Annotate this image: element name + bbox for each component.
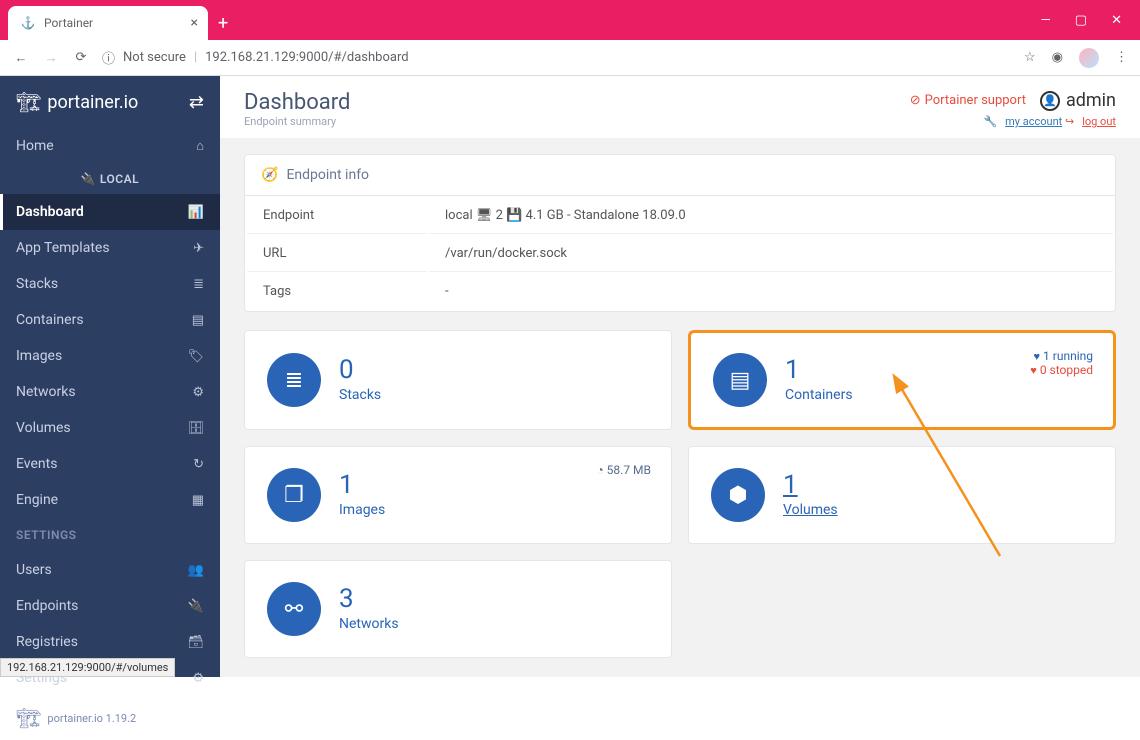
sidebar-item-networks[interactable]: Networks ⚙	[0, 374, 220, 410]
tab-favicon-icon: ⚓	[20, 15, 36, 31]
info-row-tags: Tags -	[247, 274, 1113, 309]
networks-label: Networks	[339, 616, 399, 632]
sidebar-item-home[interactable]: Home ⌂	[0, 128, 220, 164]
images-count: 1	[339, 472, 385, 498]
containers-icon: ▤	[192, 313, 204, 328]
info-row-endpoint: Endpoint local 🖥 2 💾 4.1 GB - Standalone…	[247, 198, 1113, 234]
security-label: Not secure	[123, 50, 186, 65]
stacks-label: Stacks	[339, 387, 381, 403]
maximize-icon[interactable]: ▢	[1075, 13, 1087, 28]
main-header: Dashboard Endpoint summary ⊘ Portainer s…	[220, 76, 1140, 138]
page-subtitle: Endpoint summary	[244, 115, 350, 128]
sidebar-item-dashboard[interactable]: Dashboard 📊	[0, 194, 220, 230]
users-icon: 👥	[188, 563, 204, 578]
sidebar-item-endpoints[interactable]: Endpoints 🔌	[0, 588, 220, 624]
tab-title: Portainer	[44, 16, 93, 30]
containers-label: Containers	[785, 387, 853, 403]
volumes-count: 1	[783, 472, 838, 498]
my-account-link[interactable]: my account	[1005, 115, 1062, 128]
stacks-count: 0	[339, 357, 381, 383]
url-input[interactable]: ⓘ Not secure | 192.168.21.129:9000/#/das…	[102, 48, 1012, 67]
minimize-icon[interactable]: —	[1041, 13, 1051, 28]
browser-menu-icon[interactable]: ⋮	[1115, 50, 1128, 65]
sidebar-section-local: 🔌 LOCAL	[0, 164, 220, 194]
engine-icon: ▦	[192, 493, 204, 508]
sidebar-item-app-templates[interactable]: App Templates ✈	[0, 230, 220, 266]
nav-forward-icon: →	[42, 50, 60, 66]
heart-stopped-icon: ♥	[1030, 364, 1037, 377]
stacks-tile-icon: ≣	[267, 353, 321, 407]
networks-tile-icon: ⚯	[267, 582, 321, 636]
nav-back-icon[interactable]: ←	[12, 50, 30, 66]
browser-tab[interactable]: ⚓ Portainer ×	[8, 6, 208, 40]
security-info-icon[interactable]: ⓘ	[102, 48, 115, 67]
new-tab-button[interactable]: +	[218, 13, 228, 34]
page-title: Dashboard	[244, 90, 350, 115]
stacks-icon: ≣	[193, 277, 204, 292]
sidebar-item-users[interactable]: Users 👥	[0, 552, 220, 588]
crane-icon: 🏗	[16, 90, 41, 114]
tile-images[interactable]: ❐ 1 Images ◔ 58.7 MB	[244, 446, 672, 544]
registries-icon: 🗃	[187, 635, 204, 650]
url-text: 192.168.21.129:9000/#/dashboard	[205, 50, 408, 65]
browser-status-bar: 192.168.21.129:9000/#/volumes	[0, 658, 175, 677]
extension-icon[interactable]: ◉	[1052, 50, 1063, 65]
bookmark-icon[interactable]: ☆	[1024, 50, 1036, 65]
sidebar-item-volumes[interactable]: Volumes 🗄	[0, 410, 220, 446]
nav-reload-icon[interactable]: ⟳	[72, 50, 90, 65]
footer-crane-icon: 🏗	[16, 706, 41, 730]
endpoint-info-panel: 🧭 Endpoint info Endpoint local 🖥 2 💾 4.1…	[244, 154, 1116, 312]
sidebar-item-containers[interactable]: Containers ▤	[0, 302, 220, 338]
home-icon: ⌂	[196, 138, 204, 154]
browser-address-bar: ← → ⟳ ⓘ Not secure | 192.168.21.129:9000…	[0, 40, 1140, 76]
window-controls: — ▢ ✕	[1023, 0, 1140, 40]
info-row-url: URL /var/run/docker.sock	[247, 236, 1113, 272]
logo[interactable]: 🏗 portainer.io	[16, 90, 138, 114]
tachometer-icon: 🧭	[261, 167, 278, 183]
logout-link[interactable]: log out	[1082, 115, 1116, 128]
tile-networks[interactable]: ⚯ 3 Networks	[244, 560, 672, 658]
wrench-icon: 🔧	[983, 115, 997, 128]
sidebar: 🏗 portainer.io ⇄ Home ⌂ 🔌 LOCAL Dashboar…	[0, 76, 220, 677]
main-content: Dashboard Endpoint summary ⊘ Portainer s…	[220, 76, 1140, 677]
support-link[interactable]: ⊘ Portainer support	[910, 93, 1026, 108]
networks-icon: ⚙	[192, 385, 204, 400]
lifebuoy-icon: ⊘	[910, 93, 921, 108]
sidebar-footer: 🏗 portainer.io 1.19.2	[0, 696, 220, 740]
images-tile-icon: ❐	[267, 468, 321, 522]
tile-volumes[interactable]: ⬢ 1 Volumes	[688, 446, 1116, 544]
templates-icon: ✈	[193, 241, 204, 256]
images-label: Images	[339, 502, 385, 518]
dashboard-icon: 📊	[188, 205, 204, 220]
tab-close-icon[interactable]: ×	[191, 15, 198, 31]
heart-running-icon: ♥	[1034, 350, 1041, 363]
volumes-icon: 🗄	[187, 421, 204, 436]
volumes-tile-icon: ⬢	[711, 468, 765, 522]
panel-title: Endpoint info	[286, 167, 369, 183]
sidebar-item-stacks[interactable]: Stacks ≣	[0, 266, 220, 302]
browser-title-bar: ⚓ Portainer × + — ▢ ✕	[0, 0, 1140, 40]
tile-containers[interactable]: ▤ 1 Containers ♥ 1 running ♥ 0 stopped	[688, 330, 1116, 430]
containers-count: 1	[785, 357, 853, 383]
containers-tile-icon: ▤	[713, 353, 767, 407]
pie-icon: ◔	[596, 463, 603, 477]
settings-icon: ⚙	[192, 671, 204, 686]
sidebar-item-events[interactable]: Events ↻	[0, 446, 220, 482]
user-icon: 👤	[1040, 91, 1060, 111]
events-icon: ↻	[193, 457, 204, 472]
networks-count: 3	[339, 586, 399, 612]
sidebar-section-settings: SETTINGS	[0, 518, 220, 552]
sidebar-toggle-icon[interactable]: ⇄	[189, 92, 204, 113]
images-icon: 🏷	[187, 349, 204, 364]
endpoints-icon: 🔌	[188, 599, 204, 614]
volumes-label: Volumes	[783, 502, 838, 518]
logout-icon: ↪	[1065, 115, 1074, 128]
sidebar-item-registries[interactable]: Registries 🗃	[0, 624, 220, 660]
profile-avatar-icon[interactable]	[1079, 48, 1099, 68]
sidebar-item-images[interactable]: Images 🏷	[0, 338, 220, 374]
close-icon[interactable]: ✕	[1111, 13, 1122, 28]
tile-stacks[interactable]: ≣ 0 Stacks	[244, 330, 672, 430]
user-chip[interactable]: 👤 admin	[1040, 90, 1116, 111]
sidebar-item-engine[interactable]: Engine ▦	[0, 482, 220, 518]
